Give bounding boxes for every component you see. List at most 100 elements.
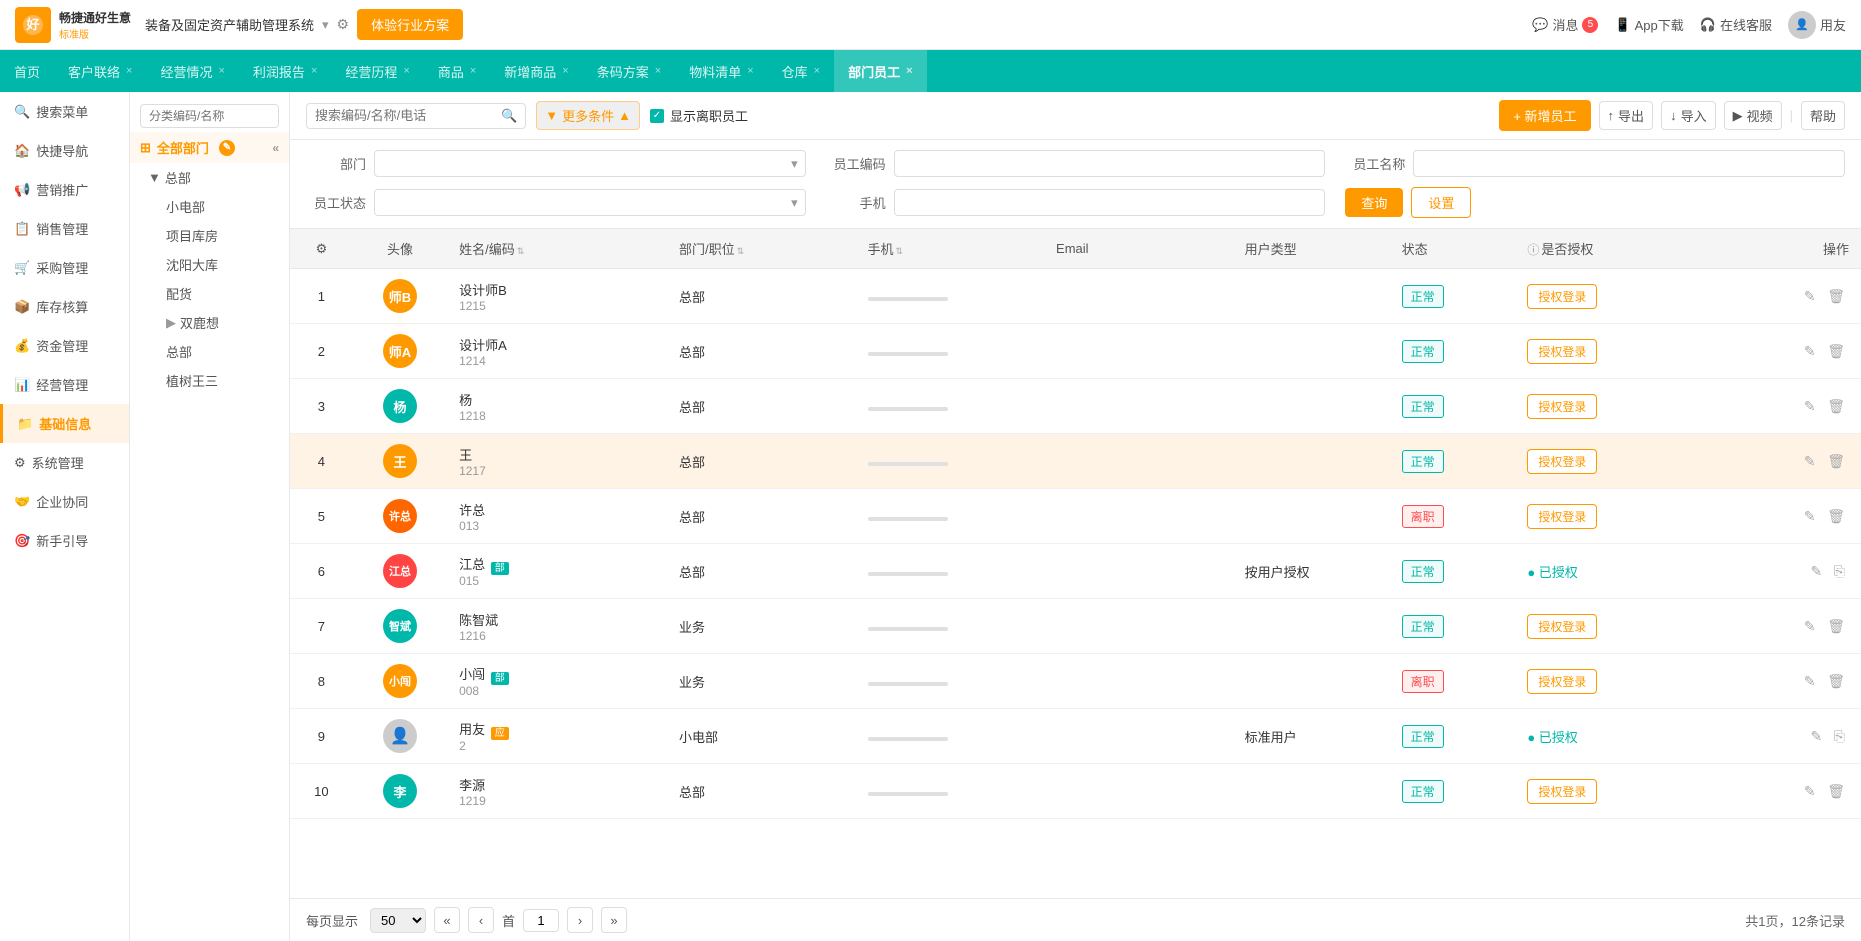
dept-node-small[interactable]: 小电部 [138, 192, 289, 221]
message-btn[interactable]: 💬 消息 5 [1532, 15, 1598, 34]
dept-node-project[interactable]: 项目库房 [138, 221, 289, 250]
collapse-btn[interactable]: « [272, 141, 279, 155]
app-download-btn[interactable]: 📱 App下载 [1614, 15, 1683, 34]
delete-icon[interactable]: 🗑 [1823, 781, 1849, 801]
dept-node-shenyang[interactable]: 沈阳大库 [138, 250, 289, 279]
dept-all-btn[interactable]: ⊞ 全部部门 ✎ « [130, 132, 289, 163]
filter-phone-input[interactable] [894, 189, 1326, 216]
nav-tab-new-goods[interactable]: 新增商品 × [490, 50, 582, 92]
query-btn[interactable]: 查询 [1345, 188, 1403, 217]
delete-icon[interactable]: 🗑 [1823, 451, 1849, 471]
close-icon[interactable]: × [126, 65, 132, 77]
dept-node-plant[interactable]: 植树王三 [138, 366, 289, 395]
close-icon[interactable]: × [403, 65, 409, 77]
import-btn[interactable]: ↓ 导入 [1661, 101, 1716, 130]
nav-tab-goods[interactable]: 商品 × [424, 50, 490, 92]
close-icon-active[interactable]: × [906, 65, 912, 77]
copy-icon[interactable]: ⎘ [1830, 726, 1849, 746]
delete-icon[interactable]: 🗑 [1823, 286, 1849, 306]
sidebar-item-finance[interactable]: 💰 资金管理 [0, 326, 129, 365]
dept-node-delivery[interactable]: 配货 [138, 279, 289, 308]
dept-node-head[interactable]: ▼ 总部 [138, 163, 289, 192]
page-number-input[interactable] [523, 909, 559, 932]
close-icon[interactable]: × [218, 65, 224, 77]
sidebar-item-mgmt[interactable]: 📊 经营管理 [0, 365, 129, 404]
sidebar-item-collab[interactable]: 🤝 企业协同 [0, 482, 129, 521]
edit-icon[interactable]: ✎ [1800, 396, 1820, 416]
edit-icon[interactable]: ✎ [1800, 671, 1820, 691]
nav-tab-barcode[interactable]: 条码方案 × [583, 50, 675, 92]
close-icon[interactable]: × [747, 65, 753, 77]
reset-btn[interactable]: 设置 [1411, 187, 1471, 218]
delete-icon[interactable]: 🗑 [1823, 341, 1849, 361]
delete-icon[interactable]: 🗑 [1823, 506, 1849, 526]
close-icon[interactable]: × [655, 65, 661, 77]
auth-btn[interactable]: 授权登录 [1527, 449, 1597, 474]
edit-icon[interactable]: ✎ [1806, 726, 1826, 746]
edit-icon[interactable]: ✎ [1800, 286, 1820, 306]
search-input[interactable] [315, 108, 495, 123]
delete-icon[interactable]: 🗑 [1823, 396, 1849, 416]
edit-icon[interactable]: ✎ [1800, 506, 1820, 526]
sidebar-item-system[interactable]: ⚙ 系统管理 [0, 443, 129, 482]
nav-tab-journey[interactable]: 经营历程 × [331, 50, 423, 92]
edit-icon[interactable]: ✎ [219, 140, 235, 156]
col-settings-icon[interactable]: ⚙ [316, 241, 328, 256]
auth-btn[interactable]: 授权登录 [1527, 779, 1597, 804]
filter-status-select[interactable] [374, 189, 806, 216]
export-btn[interactable]: ↑ 导出 [1599, 101, 1654, 130]
auth-btn[interactable]: 授权登录 [1527, 669, 1597, 694]
auth-btn[interactable]: 授权登录 [1527, 339, 1597, 364]
dept-search-input[interactable] [140, 104, 279, 128]
first-page-btn[interactable]: « [434, 907, 460, 933]
nav-tab-home[interactable]: 首页 [0, 50, 54, 92]
close-icon[interactable]: × [562, 65, 568, 77]
more-filter-btn[interactable]: ▼ 更多条件 ▲ [536, 101, 640, 130]
settings-icon[interactable]: ⚙ [337, 16, 350, 33]
nav-tab-bom[interactable]: 物料清单 × [675, 50, 767, 92]
next-page-btn[interactable]: › [567, 907, 593, 933]
auth-btn[interactable]: 授权登录 [1527, 394, 1597, 419]
per-page-select[interactable]: 50 20 100 [370, 908, 426, 933]
edit-icon[interactable]: ✎ [1800, 616, 1820, 636]
edit-icon[interactable]: ✎ [1800, 341, 1820, 361]
sidebar-item-inventory[interactable]: 📦 库存核算 [0, 287, 129, 326]
sort-icon-dept[interactable]: ⇅ [737, 246, 745, 256]
close-icon[interactable]: × [470, 65, 476, 77]
sidebar-item-marketing[interactable]: 📢 营销推广 [0, 170, 129, 209]
arrow-down-icon[interactable]: ▾ [322, 17, 329, 33]
delete-icon[interactable]: 🗑 [1823, 671, 1849, 691]
copy-icon[interactable]: ⎘ [1830, 561, 1849, 581]
show-inactive-cb[interactable]: ✓ 显示离职员工 [650, 106, 748, 125]
add-employee-btn[interactable]: + 新增员工 [1499, 100, 1590, 131]
auth-btn[interactable]: 授权登录 [1527, 284, 1597, 309]
sidebar-item-sales[interactable]: 📋 销售管理 [0, 209, 129, 248]
sidebar-item-nav[interactable]: 🏠 快捷导航 [0, 131, 129, 170]
nav-tab-customer[interactable]: 客户联络 × [54, 50, 146, 92]
nav-tab-operations[interactable]: 经营情况 × [146, 50, 238, 92]
dept-node-double[interactable]: ▶ 双鹿想 [138, 308, 289, 337]
close-icon[interactable]: × [814, 65, 820, 77]
help-btn[interactable]: 帮助 [1801, 101, 1845, 130]
filter-dept-select[interactable] [374, 150, 806, 177]
sidebar-item-purchase[interactable]: 🛒 采购管理 [0, 248, 129, 287]
nav-tab-warehouse[interactable]: 仓库 × [768, 50, 834, 92]
nav-tab-profit[interactable]: 利润报告 × [239, 50, 331, 92]
filter-code-input[interactable] [894, 150, 1326, 177]
delete-icon[interactable]: 🗑 [1823, 616, 1849, 636]
checkbox-active[interactable]: ✓ [650, 109, 664, 123]
dept-node-head2[interactable]: 总部 [138, 337, 289, 366]
sidebar-item-search[interactable]: 🔍 搜索菜单 [0, 92, 129, 131]
edit-icon[interactable]: ✎ [1806, 561, 1826, 581]
prev-page-btn[interactable]: ‹ [468, 907, 494, 933]
last-page-btn[interactable]: » [601, 907, 627, 933]
user-area[interactable]: 👤 用友 [1788, 11, 1846, 39]
sort-icon-name[interactable]: ⇅ [517, 246, 525, 256]
edit-icon[interactable]: ✎ [1800, 451, 1820, 471]
edit-icon[interactable]: ✎ [1800, 781, 1820, 801]
sidebar-item-guide[interactable]: 🎯 新手引导 [0, 521, 129, 560]
nav-tab-employee[interactable]: 部门员工 × [834, 50, 926, 92]
close-icon[interactable]: × [311, 65, 317, 77]
filter-name-input[interactable] [1413, 150, 1845, 177]
online-service-btn[interactable]: 🎧 在线客服 [1700, 15, 1772, 34]
